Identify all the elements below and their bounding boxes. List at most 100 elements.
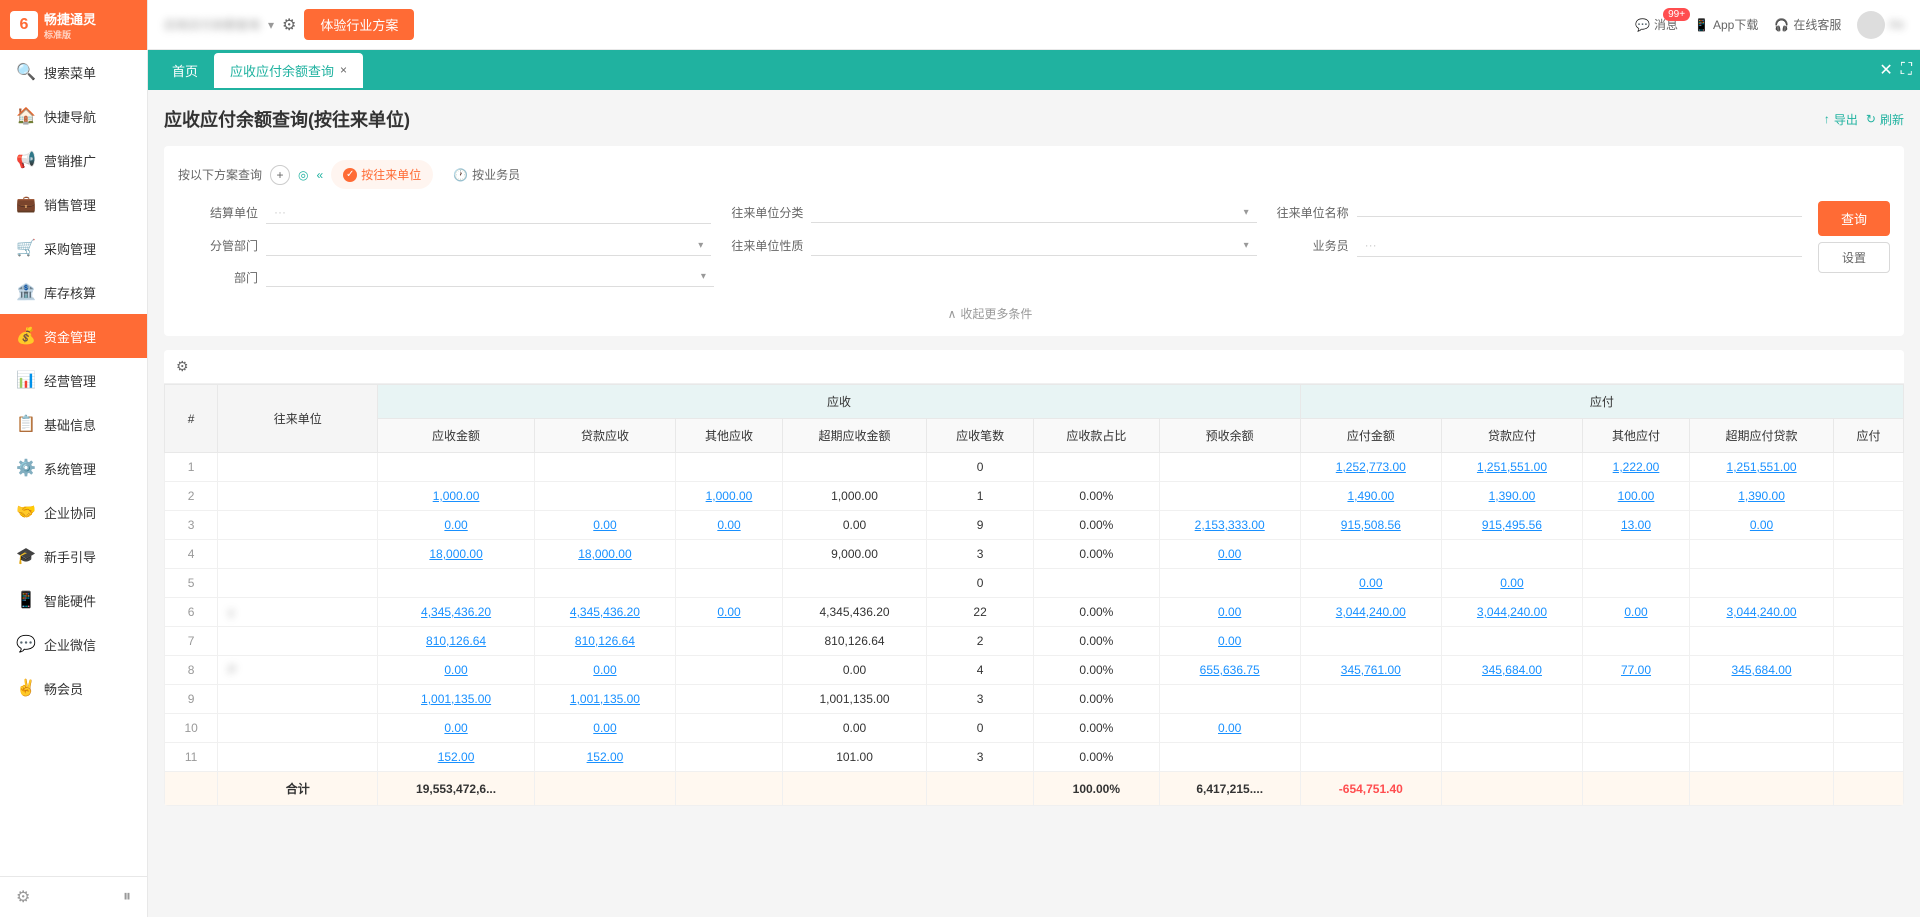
col-loan-pay[interactable]: [1441, 743, 1582, 772]
topnav-dropdown-arrow[interactable]: ▾: [268, 18, 274, 32]
promo-button[interactable]: 体验行业方案: [304, 9, 414, 40]
tabbar-close-icon[interactable]: ✕: [1879, 60, 1892, 80]
dept2-select[interactable]: ▾: [266, 267, 714, 287]
sidebar-item-operations[interactable]: 📊 经营管理: [0, 358, 147, 402]
col-other-pay[interactable]: 100.00: [1583, 482, 1690, 511]
col-other-pay[interactable]: [1583, 627, 1690, 656]
refresh-button[interactable]: ↻ 刷新: [1866, 111, 1904, 128]
col-other-recv[interactable]: [676, 453, 783, 482]
col-recv-amt[interactable]: 152.00: [378, 743, 535, 772]
col-loan-pay[interactable]: [1441, 627, 1582, 656]
scheme-by-partner[interactable]: ✓ 按往来单位: [331, 160, 433, 189]
col-other-recv[interactable]: 0.00: [676, 598, 783, 627]
col-prepay[interactable]: 655,636.75: [1159, 656, 1300, 685]
partner-nature-select[interactable]: ▾: [811, 236, 1256, 256]
col-loan-recv[interactable]: 810,126.64: [534, 627, 675, 656]
table-scroll[interactable]: # 往来单位 应收 应付 应收金额 贷款应收 其他应收 超期应收金额 应收笔数 …: [164, 384, 1904, 806]
col-overdue-pay[interactable]: [1689, 569, 1833, 598]
col-prepay[interactable]: 0.00: [1159, 540, 1300, 569]
col-loan-pay[interactable]: 915,495.56: [1441, 511, 1582, 540]
collapse-filter-button[interactable]: ∧ 收起更多条件: [178, 305, 1802, 322]
col-pay-amt[interactable]: [1300, 540, 1441, 569]
col-other-recv[interactable]: [676, 685, 783, 714]
app-download-button[interactable]: 📱 App下载: [1694, 16, 1758, 33]
filter-config-button[interactable]: ◎: [298, 168, 308, 182]
sidebar-item-sales[interactable]: 💼 销售管理: [0, 182, 147, 226]
message-button[interactable]: 💬 消息 99+: [1635, 16, 1678, 33]
sidebar-item-finance[interactable]: 💰 资金管理: [0, 314, 147, 358]
collapse-footer-icon[interactable]: ⏸: [123, 888, 131, 906]
col-pay-amt[interactable]: [1300, 714, 1441, 743]
col-other-pay[interactable]: [1583, 714, 1690, 743]
col-loan-recv[interactable]: 0.00: [534, 714, 675, 743]
sidebar-item-inventory[interactable]: 🏦 库存核算: [0, 270, 147, 314]
col-pay-amt[interactable]: [1300, 685, 1441, 714]
tab-home[interactable]: 首页: [156, 53, 214, 88]
col-other-recv[interactable]: [676, 743, 783, 772]
col-prepay[interactable]: [1159, 743, 1300, 772]
col-overdue-pay[interactable]: [1689, 540, 1833, 569]
partner-category-select[interactable]: ▾: [811, 203, 1256, 223]
col-recv-amt[interactable]: 0.00: [378, 656, 535, 685]
col-loan-recv[interactable]: 18,000.00: [534, 540, 675, 569]
table-settings-icon[interactable]: ⚙: [176, 358, 189, 375]
col-loan-recv[interactable]: [534, 482, 675, 511]
col-prepay[interactable]: 0.00: [1159, 598, 1300, 627]
tab-receivable-payable[interactable]: 应收应付余额查询 ×: [214, 53, 363, 88]
col-overdue-pay[interactable]: 3,044,240.00: [1689, 598, 1833, 627]
col-recv-amt[interactable]: 1,000.00: [378, 482, 535, 511]
sidebar-item-wechat[interactable]: 💬 企业微信: [0, 622, 147, 666]
col-prepay[interactable]: 0.00: [1159, 627, 1300, 656]
filter-collapse-btn[interactable]: «: [317, 168, 324, 182]
col-recv-amt[interactable]: [378, 453, 535, 482]
col-recv-amt[interactable]: [378, 569, 535, 598]
col-loan-pay[interactable]: 0.00: [1441, 569, 1582, 598]
col-loan-pay[interactable]: [1441, 685, 1582, 714]
topnav-gear-icon[interactable]: ⚙: [282, 15, 296, 35]
tab-close-icon[interactable]: ×: [340, 63, 347, 77]
col-loan-recv[interactable]: 0.00: [534, 656, 675, 685]
user-avatar-area[interactable]: Rit: [1857, 11, 1904, 39]
sidebar-item-collab[interactable]: 🤝 企业协同: [0, 490, 147, 534]
footer-recv-total[interactable]: 19,553,472,6...: [378, 772, 535, 806]
col-other-pay[interactable]: [1583, 540, 1690, 569]
col-other-pay[interactable]: 0.00: [1583, 598, 1690, 627]
col-other-recv[interactable]: [676, 656, 783, 685]
salesperson-input[interactable]: ···: [1357, 234, 1802, 257]
col-loan-recv[interactable]: [534, 453, 675, 482]
col-overdue-pay[interactable]: [1689, 714, 1833, 743]
sidebar-item-marketing[interactable]: 📢 营销推广: [0, 138, 147, 182]
col-pay-amt[interactable]: 915,508.56: [1300, 511, 1441, 540]
sidebar-item-guide[interactable]: 🎓 新手引导: [0, 534, 147, 578]
col-prepay[interactable]: [1159, 569, 1300, 598]
col-pay-amt[interactable]: 3,044,240.00: [1300, 598, 1441, 627]
col-pay-amt[interactable]: 1,490.00: [1300, 482, 1441, 511]
col-loan-pay[interactable]: 1,390.00: [1441, 482, 1582, 511]
col-other-recv[interactable]: [676, 714, 783, 743]
col-recv-amt[interactable]: 0.00: [378, 714, 535, 743]
col-loan-recv[interactable]: 4,345,436.20: [534, 598, 675, 627]
col-recv-amt[interactable]: 1,001,135.00: [378, 685, 535, 714]
col-loan-pay[interactable]: [1441, 714, 1582, 743]
col-pay-amt[interactable]: 345,761.00: [1300, 656, 1441, 685]
scheme-by-salesperson[interactable]: 🕐 按业务员: [441, 160, 532, 189]
col-other-recv[interactable]: 0.00: [676, 511, 783, 540]
col-other-recv[interactable]: [676, 627, 783, 656]
col-other-recv[interactable]: [676, 540, 783, 569]
query-button[interactable]: 查询: [1818, 201, 1890, 236]
col-other-pay[interactable]: 1,222.00: [1583, 453, 1690, 482]
sidebar-item-purchase[interactable]: 🛒 采购管理: [0, 226, 147, 270]
sidebar-item-basic[interactable]: 📋 基础信息: [0, 402, 147, 446]
col-loan-pay[interactable]: 345,684.00: [1441, 656, 1582, 685]
col-overdue-pay[interactable]: [1689, 685, 1833, 714]
col-loan-recv[interactable]: 0.00: [534, 511, 675, 540]
col-pay-amt[interactable]: [1300, 627, 1441, 656]
col-other-recv[interactable]: 1,000.00: [676, 482, 783, 511]
partner-name-input[interactable]: [1357, 208, 1802, 217]
col-overdue-pay[interactable]: 0.00: [1689, 511, 1833, 540]
settings-footer-icon[interactable]: ⚙: [16, 887, 30, 907]
col-prepay[interactable]: [1159, 453, 1300, 482]
col-other-recv[interactable]: [676, 569, 783, 598]
col-other-pay[interactable]: [1583, 685, 1690, 714]
col-other-pay[interactable]: [1583, 743, 1690, 772]
